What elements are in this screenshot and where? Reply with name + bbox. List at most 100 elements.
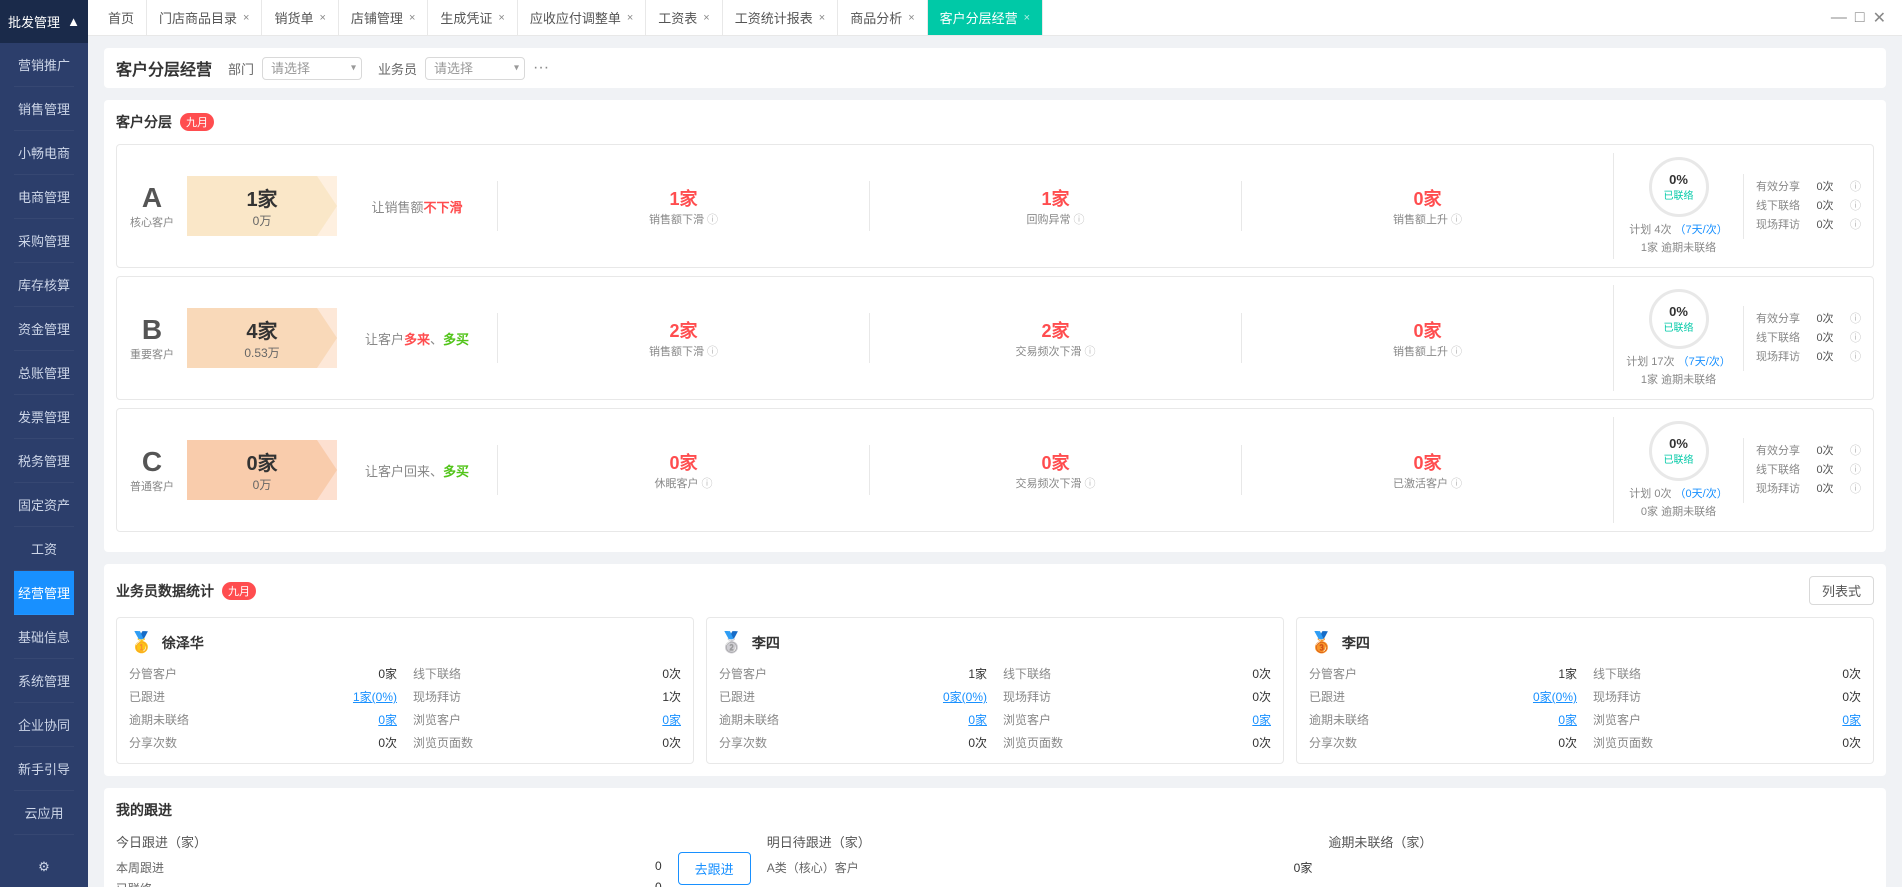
tab-应收应付调整单[interactable]: 应收应付调整单× — [518, 0, 646, 36]
tab-门店商品目录[interactable]: 门店商品目录× — [147, 0, 262, 36]
sidebar-item-经营管理[interactable]: 经营管理 — [14, 571, 74, 615]
info-icon-A-0[interactable]: ⓘ — [707, 211, 718, 227]
sidebar-item-库存核算[interactable]: 库存核算 — [14, 263, 74, 307]
info-icon-B-2[interactable]: ⓘ — [1451, 343, 1462, 359]
tab-close-销货单[interactable]: × — [319, 12, 325, 24]
goto-follow-button[interactable]: 去跟进 — [678, 852, 751, 885]
sidebar-item-发票管理[interactable]: 发票管理 — [14, 395, 74, 439]
list-view-button[interactable]: 列表式 — [1809, 576, 1874, 605]
tab-close-工资统计报表[interactable]: × — [819, 12, 825, 24]
window-close-icon[interactable]: ✕ — [1873, 8, 1886, 28]
biz-row-1-6: 分享次数 0次 — [719, 734, 987, 751]
action-row-B-0: 有效分享 0次 ⓘ — [1756, 310, 1861, 326]
tier-plan-B: 计划 17次 （7天/次） — [1622, 353, 1735, 369]
sidebar-item-营销推广[interactable]: 营销推广 — [14, 43, 74, 87]
action-info-B-2[interactable]: ⓘ — [1850, 348, 1861, 364]
window-maximize-icon[interactable]: □ — [1855, 9, 1865, 27]
tab-工资表[interactable]: 工资表× — [646, 0, 722, 36]
info-icon-C-1[interactable]: ⓘ — [1085, 475, 1096, 491]
sidebar-item-企业协同[interactable]: 企业协同 — [14, 703, 74, 747]
tier-count-C: 0家 — [246, 447, 277, 476]
content-area: 客户分层经营 部门 请选择 业务员 请选择 ··· — [88, 36, 1902, 887]
sidebar-item-基础信息[interactable]: 基础信息 — [14, 615, 74, 659]
info-icon-C-2[interactable]: ⓘ — [1451, 475, 1462, 491]
filter-more-icon[interactable]: ··· — [533, 59, 549, 77]
sidebar-item-采购管理[interactable]: 采购管理 — [14, 219, 74, 263]
biz-val-2-2[interactable]: 0家(0%) — [1533, 688, 1577, 705]
stat-label-A-0: 销售额下滑 ⓘ — [506, 211, 861, 227]
action-info-B-1[interactable]: ⓘ — [1850, 329, 1861, 345]
sidebar-item-税务管理[interactable]: 税务管理 — [14, 439, 74, 483]
sidebar-item-固定资产[interactable]: 固定资产 — [14, 483, 74, 527]
sidebar-item-总账管理[interactable]: 总账管理 — [14, 351, 74, 395]
biz-val-0-5[interactable]: 0家 — [662, 711, 681, 728]
tier-stat-B-2: 0家 销售额上升 ⓘ — [1241, 313, 1613, 363]
tab-close-生成凭证[interactable]: × — [498, 12, 504, 24]
sidebar-item-小畅电商[interactable]: 小畅电商 — [14, 131, 74, 175]
action-row-A-0: 有效分享 0次 ⓘ — [1756, 178, 1861, 194]
sidebar-item-工资[interactable]: 工资 — [14, 527, 74, 571]
sidebar-item-云应用[interactable]: 云应用 — [14, 791, 74, 835]
sales-select[interactable]: 请选择 — [425, 57, 525, 80]
tab-首页[interactable]: 首页 — [96, 0, 147, 36]
biz-val-0-2[interactable]: 1家(0%) — [353, 688, 397, 705]
biz-val-0-4[interactable]: 0家 — [378, 711, 397, 728]
sidebar-item-销售管理[interactable]: 销售管理 — [14, 87, 74, 131]
biz-row-1-7: 浏览页面数 0次 — [1003, 734, 1271, 751]
action-row-C-0: 有效分享 0次 ⓘ — [1756, 442, 1861, 458]
action-info-C-1[interactable]: ⓘ — [1850, 461, 1861, 477]
dept-select[interactable]: 请选择 — [262, 57, 362, 80]
info-icon-C-0[interactable]: ⓘ — [702, 475, 713, 491]
sidebar-header[interactable]: 批发管理 ▲ — [0, 0, 88, 43]
tier-plan-link-A[interactable]: （7天/次） — [1675, 224, 1728, 236]
tomorrow-follow-val-1: 0家 — [1294, 859, 1313, 876]
medal-icon-0: 🥇 — [129, 630, 154, 655]
action-key-A-2: 现场拜访 — [1756, 216, 1800, 232]
action-info-C-2[interactable]: ⓘ — [1850, 480, 1861, 496]
biz-val-2-4[interactable]: 0家 — [1558, 711, 1577, 728]
biz-name-1: 李四 — [752, 633, 780, 653]
tab-close-应收应付调整单[interactable]: × — [627, 12, 633, 24]
tab-close-工资表[interactable]: × — [703, 12, 709, 24]
sidebar-item-资金管理[interactable]: 资金管理 — [14, 307, 74, 351]
action-info-A-0[interactable]: ⓘ — [1850, 178, 1861, 194]
tab-销货单[interactable]: 销货单× — [262, 0, 338, 36]
info-icon-B-0[interactable]: ⓘ — [707, 343, 718, 359]
window-minimize-icon[interactable]: — — [1831, 9, 1847, 27]
tab-close-店铺管理[interactable]: × — [409, 12, 415, 24]
biz-val-1-5[interactable]: 0家 — [1252, 711, 1271, 728]
tier-summary-content-A: 1家 0万 — [246, 183, 277, 229]
tier-amount-B: 0.53万 — [244, 344, 279, 361]
tab-客户分层经营[interactable]: 客户分层经营× — [928, 0, 1043, 36]
tier-stats-C: 0家 休眠客户 ⓘ 0家 交易频次下滑 ⓘ 0家 已激活客户 ⓘ — [497, 445, 1613, 495]
tier-circle-B: 0% 已联络 — [1649, 289, 1709, 349]
tier-plan-link-B[interactable]: （7天/次） — [1678, 356, 1731, 368]
sidebar: 批发管理 ▲ 营销推广销售管理小畅电商电商管理采购管理库存核算资金管理总账管理发… — [0, 0, 88, 887]
action-info-C-0[interactable]: ⓘ — [1850, 442, 1861, 458]
action-info-A-1[interactable]: ⓘ — [1850, 197, 1861, 213]
tab-close-客户分层经营[interactable]: × — [1024, 12, 1030, 24]
biz-val-1-4[interactable]: 0家 — [968, 711, 987, 728]
tab-生成凭证[interactable]: 生成凭证× — [428, 0, 517, 36]
tab-店铺管理[interactable]: 店铺管理× — [339, 0, 428, 36]
gear-icon[interactable]: ⚙ — [0, 847, 88, 887]
today-follow-row-2: 已联络 0 — [116, 880, 662, 887]
info-icon-A-1[interactable]: ⓘ — [1074, 211, 1085, 227]
action-info-B-0[interactable]: ⓘ — [1850, 310, 1861, 326]
tier-stat-C-1: 0家 交易频次下滑 ⓘ — [869, 445, 1241, 495]
biz-val-0-3: 1次 — [662, 688, 681, 705]
sidebar-item-新手引导[interactable]: 新手引导 — [14, 747, 74, 791]
info-icon-A-2[interactable]: ⓘ — [1451, 211, 1462, 227]
tab-商品分析[interactable]: 商品分析× — [838, 0, 927, 36]
tab-close-门店商品目录[interactable]: × — [243, 12, 249, 24]
action-info-A-2[interactable]: ⓘ — [1850, 216, 1861, 232]
customer-section: 客户分层 九月 A 核心客户 1家 0万 让销售额不下滑 1家 销售额 — [104, 100, 1886, 552]
sidebar-item-系统管理[interactable]: 系统管理 — [14, 659, 74, 703]
biz-val-2-5[interactable]: 0家 — [1842, 711, 1861, 728]
biz-val-1-2[interactable]: 0家(0%) — [943, 688, 987, 705]
info-icon-B-1[interactable]: ⓘ — [1085, 343, 1096, 359]
tab-close-商品分析[interactable]: × — [908, 12, 914, 24]
sidebar-item-电商管理[interactable]: 电商管理 — [14, 175, 74, 219]
tier-plan-link-C[interactable]: （0天/次） — [1675, 488, 1728, 500]
tab-工资统计报表[interactable]: 工资统计报表× — [723, 0, 838, 36]
